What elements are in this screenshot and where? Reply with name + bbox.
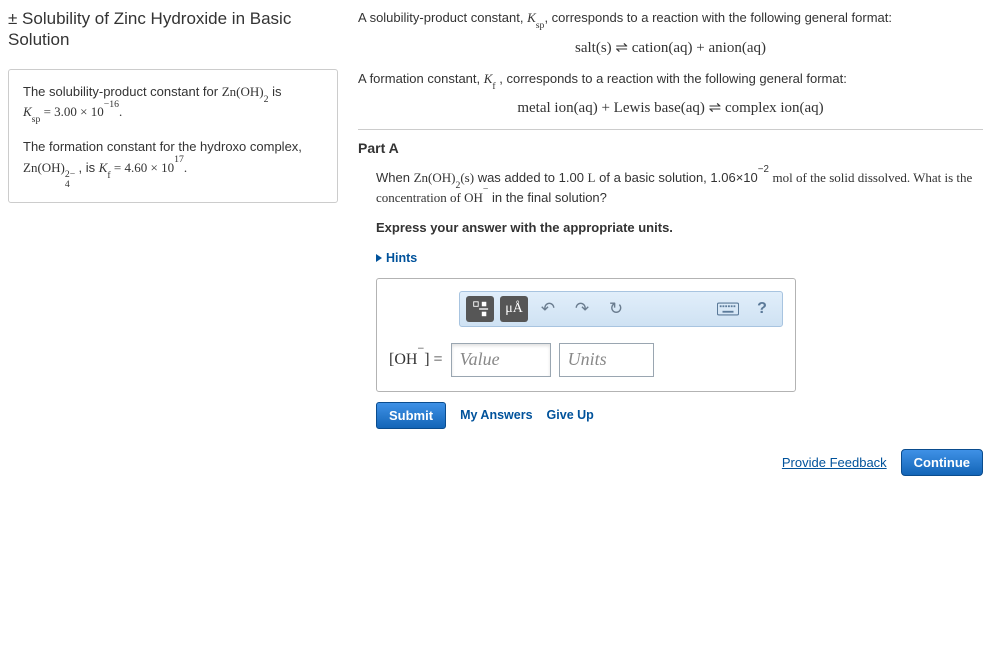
value-input[interactable]: Value [451,343,551,377]
intro-kf: A formation constant, Kf , corresponds t… [358,69,983,89]
ksp-statement: The solubility-product constant for Zn(O… [23,82,323,124]
fraction-icon [471,300,489,318]
text: , is [79,160,99,175]
page-title: ± Solubility of Zinc Hydroxide in Basic … [8,8,338,51]
special-chars-button[interactable]: μÅ [500,296,528,322]
answer-box: μÅ ↶ ↷ ↻ [376,278,796,392]
toolbar: μÅ ↶ ↷ ↻ [459,291,783,327]
question-icon: ? [757,297,767,322]
answer-label: [OH−] = [389,348,443,373]
hints-toggle[interactable]: Hints [376,249,417,268]
text: The formation constant for the hydroxo c… [23,139,302,154]
part-header: Part A [358,129,983,156]
undo-icon: ↶ [541,296,555,322]
continue-button[interactable]: Continue [901,449,983,476]
zn-oh-4-complex: Zn(OH)2−4 [23,160,79,175]
question-text: When Zn(OH)2(s) was added to 1.00 L of a… [376,168,983,208]
submit-button[interactable]: Submit [376,402,446,429]
info-panel: The solubility-product constant for Zn(O… [8,69,338,203]
help-button[interactable]: ? [748,296,776,322]
equation-kf: metal ion(aq) + Lewis base(aq) ⇌ complex… [358,98,983,117]
kf-value: Kf = 4.60 × 1017. [99,160,187,175]
keyboard-icon [717,302,739,316]
kf-statement: The formation constant for the hydroxo c… [23,137,323,190]
redo-button[interactable]: ↷ [568,296,596,322]
ksp-value: Ksp = 3.00 × 10−16. [23,104,122,119]
mu-a-label: μÅ [505,298,523,320]
reset-button[interactable]: ↻ [602,296,630,322]
triangle-right-icon [376,254,382,262]
fraction-template-button[interactable] [466,296,494,322]
provide-feedback-link[interactable]: Provide Feedback [782,455,887,470]
text: The solubility-product constant for [23,84,222,99]
give-up-link[interactable]: Give Up [547,406,594,425]
undo-button[interactable]: ↶ [534,296,562,322]
zn-oh-2: Zn(OH)2 [222,84,269,99]
intro-ksp: A solubility-product constant, Ksp, corr… [358,8,983,28]
text: is [272,84,281,99]
my-answers-link[interactable]: My Answers [460,406,532,425]
keyboard-button[interactable] [714,296,742,322]
instructions: Express your answer with the appropriate… [376,218,983,238]
hints-label: Hints [386,249,417,268]
units-input[interactable]: Units [559,343,654,377]
reset-icon: ↻ [609,296,623,322]
equation-ksp: salt(s) ⇌ cation(aq) + anion(aq) [358,38,983,57]
redo-icon: ↷ [575,296,589,322]
